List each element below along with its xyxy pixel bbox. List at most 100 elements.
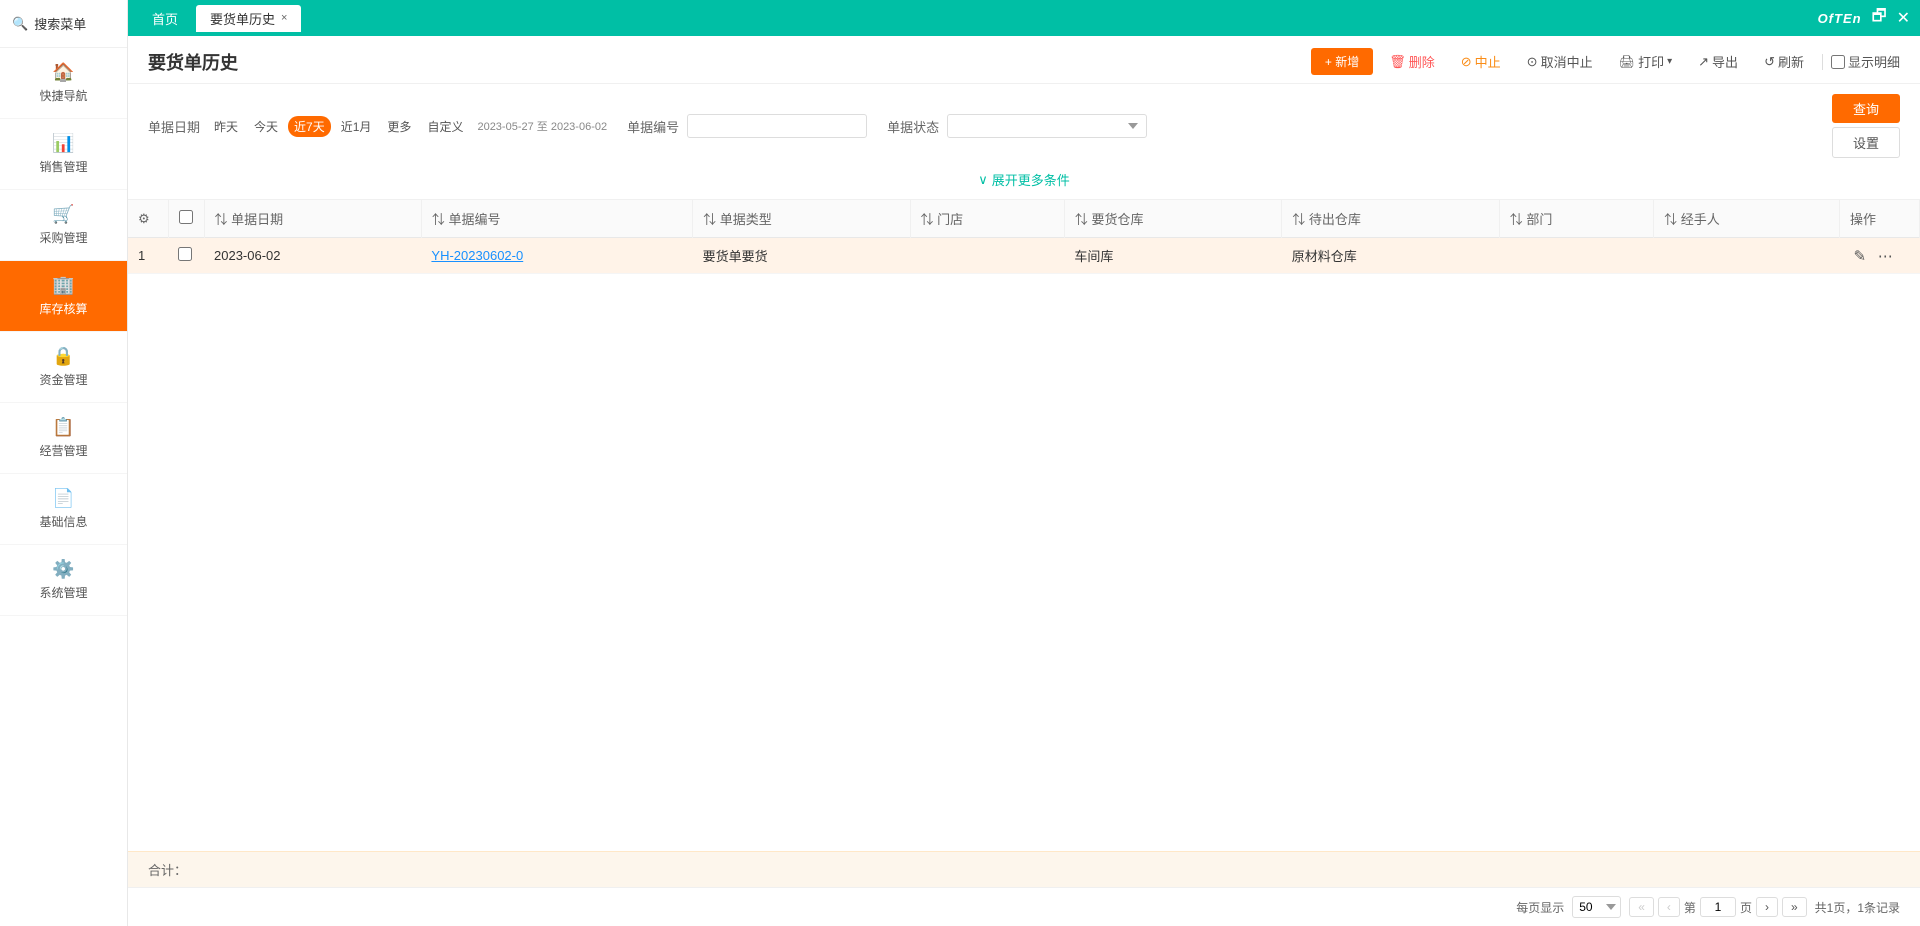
filter-group-date: 单据日期 昨天 今天 近7天 近1月 更多 自定义 2023-05-27 至 2… [148,116,607,137]
main-area: 首页 要货单历史 × OfTEn 🗗 ✕ 要货单历史 + 新增 🗑 删除 ⊘ [128,0,1920,926]
pagination: 每页显示 50 20 100 « ‹ 第 页 › » 共1页，1条记录 [128,887,1920,926]
topbar: 首页 要货单历史 × OfTEn 🗗 ✕ [128,0,1920,36]
doc-number-input[interactable] [687,114,867,138]
date-filter-label: 单据日期 [148,117,200,136]
op-edit-icon[interactable]: ✎ [1850,248,1871,265]
cell-pending-warehouse: 原材料仓库 [1282,238,1499,274]
footer-total: 合计： [128,851,1920,887]
page-input[interactable] [1700,897,1736,917]
date-btn-today[interactable]: 今天 [248,116,284,137]
sidebar-item-ops[interactable]: 📋 经营管理 [0,403,127,474]
sidebar-item-finance[interactable]: 🔒 资金管理 [0,332,127,403]
table-row: 1 2023-06-02 YH-20230602-0 要货单要货 车间库 原材料… [128,238,1920,274]
cell-type: 要货单要货 [693,238,910,274]
doc-number-link[interactable]: YH-20230602-0 [431,248,523,263]
date-btn-1month[interactable]: 近1月 [335,116,378,137]
settings-button[interactable]: 设置 [1832,127,1900,158]
expand-row: ∨ 展开更多条件 [148,164,1900,189]
sidebar-item-system[interactable]: ⚙️ 系统管理 [0,545,127,616]
sidebar-item-purchase[interactable]: 🛒 采购管理 [0,190,127,261]
delete-icon: 🗑 [1389,54,1406,70]
expand-label: 展开更多条件 [992,170,1070,189]
sidebar-item-label: 采购管理 [39,229,87,246]
col-type[interactable]: ⇅ 单据类型 [693,200,910,238]
tab-home[interactable]: 首页 [138,5,192,32]
sidebar-item-label: 系统管理 [39,584,87,601]
new-button[interactable]: + 新增 [1311,48,1373,75]
page-size-select[interactable]: 50 20 100 [1572,896,1621,918]
refresh-button[interactable]: ↺ 刷新 [1754,48,1814,75]
close-tab-icon[interactable]: × [281,12,287,24]
sidebar-item-label: 库存核算 [39,300,87,317]
home-icon: 🏠 [52,62,74,83]
lock-icon: 🔒 [52,346,74,367]
page-label-prefix: 第 [1684,899,1696,916]
delete-button[interactable]: 🗑 删除 [1379,48,1445,75]
sidebar: 🔍 搜索菜单 🏠 快捷导航 📊 销售管理 🛒 采购管理 🏢 库存核算 🔒 资金管… [0,0,128,926]
filter-bar: 单据日期 昨天 今天 近7天 近1月 更多 自定义 2023-05-27 至 2… [128,84,1920,200]
page-header: 要货单历史 + 新增 🗑 删除 ⊘ 中止 ⊙ 取消中止 🖨 打印 [128,36,1920,84]
date-btn-yesterday[interactable]: 昨天 [208,116,244,137]
date-btn-7days[interactable]: 近7天 [288,116,331,137]
col-pending-warehouse[interactable]: ⇅ 待出仓库 [1282,200,1499,238]
building-icon: 🏢 [52,275,74,296]
sidebar-search[interactable]: 🔍 搜索菜单 [0,0,127,48]
table-wrap: ⚙ ⇅ 单据日期 ⇅ 单据编号 ⇅ 单据类型 ⇅ 门店 ⇅ 要货仓库 ⇅ 待出仓… [128,200,1920,851]
col-handler[interactable]: ⇅ 经手人 [1654,200,1840,238]
sidebar-item-label: 资金管理 [39,371,87,388]
pager-prev[interactable]: ‹ [1658,897,1680,917]
toolbar-separator [1822,54,1823,70]
export-button[interactable]: ↗ 导出 [1688,48,1748,75]
cancel-stop-button[interactable]: ⊙ 取消中止 [1517,48,1603,75]
row-checkbox[interactable] [178,247,192,261]
tab-active[interactable]: 要货单历史 × [196,5,301,32]
status-select[interactable] [947,114,1147,138]
sidebar-item-sales[interactable]: 📊 销售管理 [0,119,127,190]
close-window-icon[interactable]: ✕ [1897,8,1910,28]
print-icon: 🖨 [1619,54,1636,70]
col-dept[interactable]: ⇅ 部门 [1499,200,1653,238]
date-btn-custom[interactable]: 自定义 [421,116,469,137]
doc-number-label: 单据编号 [627,117,679,136]
sidebar-item-label: 经营管理 [39,442,87,459]
document-icon: 📄 [52,488,74,509]
pager-next[interactable]: › [1756,897,1778,917]
restore-icon[interactable]: 🗗 [1872,5,1887,32]
clipboard-icon: 📋 [52,417,74,438]
stop-button[interactable]: ⊘ 中止 [1451,48,1511,75]
gear-icon: ⚙️ [52,559,74,580]
col-date[interactable]: ⇅ 单据日期 [204,200,421,238]
col-settings[interactable]: ⚙ [128,200,168,238]
display-detail-checkbox[interactable] [1831,55,1845,69]
cart-icon: 🛒 [52,204,74,225]
op-more-icon[interactable]: ⋯ [1874,248,1897,265]
print-button[interactable]: 🖨 打印 ▾ [1609,48,1683,75]
date-range-display: 2023-05-27 至 2023-06-02 [477,118,607,134]
brand-label: OfTEn [1818,11,1862,26]
sidebar-item-label: 快捷导航 [39,87,87,104]
pager-last[interactable]: » [1782,897,1807,917]
query-button[interactable]: 查询 [1832,94,1900,123]
col-req-warehouse[interactable]: ⇅ 要货仓库 [1064,200,1281,238]
sidebar-item-quick-nav[interactable]: 🏠 快捷导航 [0,48,127,119]
cell-req-warehouse: 车间库 [1064,238,1281,274]
pager-first[interactable]: « [1629,897,1654,917]
col-op: 操作 [1840,200,1920,238]
sidebar-item-label: 基础信息 [39,513,87,530]
topbar-right: OfTEn 🗗 ✕ [1818,5,1910,32]
status-label: 单据状态 [887,117,939,136]
select-all-checkbox[interactable] [179,210,193,224]
sidebar-item-base[interactable]: 📄 基础信息 [0,474,127,545]
filter-group-status: 单据状态 [887,114,1147,138]
query-actions: 查询 设置 [1832,94,1900,158]
sidebar-item-inventory[interactable]: 🏢 库存核算 [0,261,127,332]
page-title: 要货单历史 [148,49,1301,75]
expand-button[interactable]: ∨ 展开更多条件 [978,170,1070,189]
col-store[interactable]: ⇅ 门店 [910,200,1064,238]
cell-op: ✎ ⋯ [1840,238,1920,274]
col-number[interactable]: ⇅ 单据编号 [421,200,692,238]
col-checkbox [168,200,204,238]
tab-home-label: 首页 [152,9,178,28]
date-btn-more[interactable]: 更多 [381,116,417,137]
display-detail-toggle[interactable]: 显示明细 [1831,52,1900,71]
